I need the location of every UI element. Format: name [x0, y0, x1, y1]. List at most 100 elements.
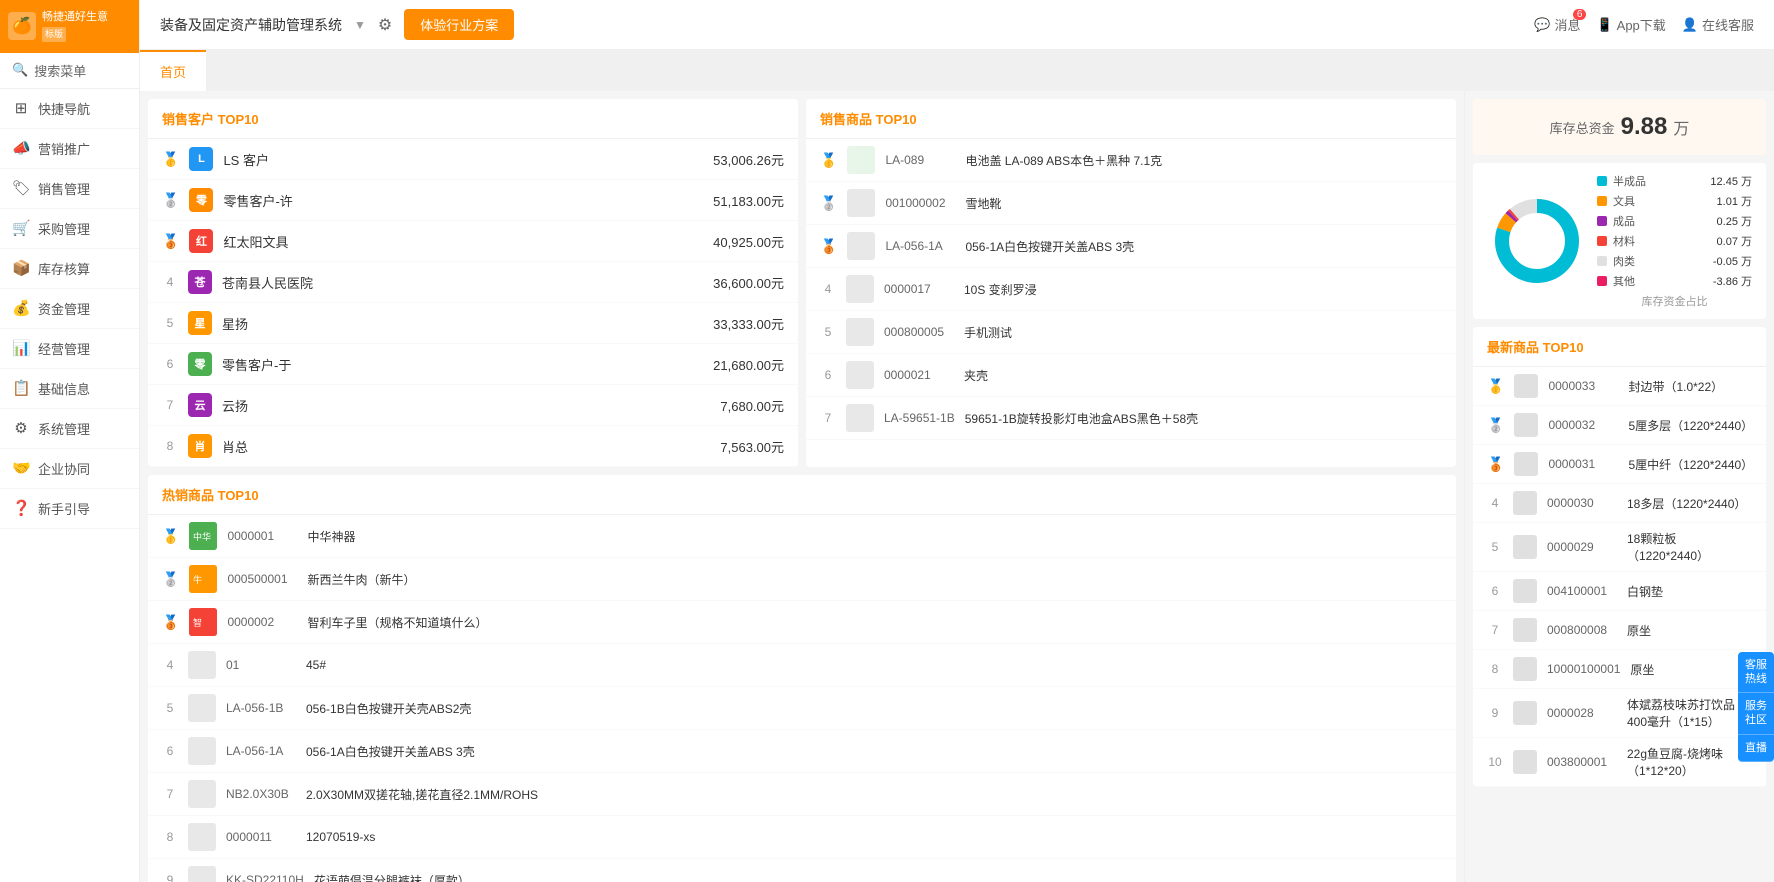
customer-name: 云扬 — [222, 396, 710, 415]
sidebar-item-purchase[interactable]: 🛒 采购管理 — [0, 209, 139, 249]
sidebar-item-finance[interactable]: 💰 资金管理 — [0, 289, 139, 329]
live-stream-btn[interactable]: 直播 — [1738, 735, 1774, 762]
tab-home[interactable]: 首页 — [140, 50, 206, 91]
product-name: 手机测试 — [964, 324, 1442, 341]
chart-caption: 库存资金占比 — [1597, 293, 1752, 309]
nav-icon-inventory: 📦 — [12, 259, 30, 277]
legend-item: 成品 0.25 万 — [1597, 213, 1752, 229]
sidebar-item-quick-nav[interactable]: ⊞ 快捷导航 — [0, 89, 139, 129]
sidebar-item-base-info[interactable]: 📋 基础信息 — [0, 369, 139, 409]
main-content: 装备及固定资产辅助管理系统 ▼ ⚙ 体验行业方案 💬 消息 6 📱 App下载 … — [140, 0, 1774, 882]
legend-value: 0.25 万 — [1717, 213, 1752, 229]
system-title: 装备及固定资产辅助管理系统 — [160, 15, 342, 35]
new-product-row: 🥇 0000033 封边带（1.0*22） — [1473, 367, 1766, 406]
nav-label-marketing: 营销推广 — [38, 139, 90, 158]
legend-item: 半成品 12.45 万 — [1597, 173, 1752, 189]
new-products-panel: 最新商品 TOP10 🥇 0000033 封边带（1.0*22） 🥈 — [1473, 327, 1766, 787]
nav-icon-sales: 🏷 — [12, 179, 30, 197]
product-name: 封边带（1.0*22） — [1628, 378, 1752, 395]
product-code: 0000030 — [1547, 496, 1617, 510]
trial-button[interactable]: 体验行业方案 — [404, 9, 514, 40]
rank-num: 5 — [820, 325, 836, 339]
product-name: 体斌荔枝味苏打饮品400毫升（1*15） — [1627, 696, 1752, 730]
product-thumb — [846, 404, 874, 432]
app-logo: 🍊 畅捷通好生意 标版 — [0, 0, 139, 53]
product-thumb — [188, 823, 216, 851]
legend-color-icon — [1597, 216, 1607, 226]
product-code: 0000011 — [226, 830, 296, 844]
nav-icon-marketing: 📣 — [12, 139, 30, 157]
legend-value: -0.05 万 — [1713, 253, 1752, 269]
product-thumb: 牛 — [189, 565, 217, 593]
rank-num: 8 — [162, 830, 178, 844]
notification-badge: 6 — [1573, 9, 1587, 20]
product-code: 0000021 — [884, 368, 954, 382]
rank-num: 4 — [162, 658, 178, 672]
new-products-title: 最新商品 TOP10 — [1487, 337, 1584, 356]
customers-panel-header: 销售客户 TOP10 — [148, 99, 798, 139]
sidebar-item-sales[interactable]: 🏷 销售管理 — [0, 169, 139, 209]
table-row: 7 云 云扬 7,680.00元 — [148, 385, 798, 426]
rank-num: 7 — [820, 411, 836, 425]
customers-top10-label: TOP10 — [218, 112, 259, 127]
dropdown-icon[interactable]: ▼ — [354, 18, 366, 32]
product-code: 0000001 — [227, 529, 297, 543]
rank-num: 8 — [1487, 662, 1503, 676]
product-code: LA-056-1B — [226, 701, 296, 715]
rank-medal: 🥉 — [162, 614, 179, 631]
table-row: 🥇 L LS 客户 53,006.26元 — [148, 139, 798, 180]
sidebar-item-system[interactable]: ⚙ 系统管理 — [0, 409, 139, 449]
product-row: 4 0000017 10S 变刹罗浸 — [806, 268, 1456, 311]
customer-amount: 40,925.00元 — [713, 232, 784, 251]
sidebar-item-cooperation[interactable]: 🤝 企业协同 — [0, 449, 139, 489]
rank-num: 4 — [162, 275, 178, 289]
nav-label-coop: 企业协同 — [38, 459, 90, 478]
sidebar-item-operations[interactable]: 📊 经营管理 — [0, 329, 139, 369]
customer-service-btn[interactable]: 客服热线 — [1738, 652, 1774, 694]
table-row: 4 苍 苍南县人民医院 36,600.00元 — [148, 262, 798, 303]
product-name: 中华神器 — [307, 528, 1442, 545]
sidebar-item-guide[interactable]: ❓ 新手引导 — [0, 489, 139, 529]
notifications-item[interactable]: 💬 消息 6 — [1534, 15, 1580, 34]
inventory-total: 库存总资金 9.88 万 — [1473, 99, 1766, 155]
product-code: 10000100001 — [1547, 662, 1620, 676]
online-service-item[interactable]: 👤 在线客服 — [1682, 15, 1754, 34]
product-name: 5厘多层（1220*2440） — [1628, 417, 1752, 434]
product-thumb — [846, 275, 874, 303]
avatar: 红 — [189, 229, 213, 253]
avatar: L — [189, 147, 213, 171]
new-product-row: 4 0000030 18多层（1220*2440） — [1473, 484, 1766, 523]
rank-num: 6 — [820, 368, 836, 382]
product-thumb — [188, 737, 216, 765]
message-icon: 💬 — [1534, 17, 1550, 33]
legend-name: 肉类 — [1613, 253, 1707, 269]
sidebar-item-marketing[interactable]: 📣 营销推广 — [0, 129, 139, 169]
app-download-label: App下载 — [1617, 15, 1666, 34]
search-menu-item[interactable]: 🔍 搜索菜单 — [0, 53, 139, 89]
product-name: 45# — [306, 658, 1442, 672]
new-product-row: 9 0000028 体斌荔枝味苏打饮品400毫升（1*15） — [1473, 689, 1766, 738]
customer-amount: 33,333.00元 — [713, 314, 784, 333]
rank-num: 8 — [162, 439, 178, 453]
rank-medal: 🥇 — [820, 152, 837, 169]
rank-medal: 🥉 — [820, 238, 837, 255]
left-content: 销售客户 TOP10 🥇 L LS 客户 53,006.26元 🥈 零 — [140, 91, 1464, 882]
service-community-btn[interactable]: 服务社区 — [1738, 693, 1774, 735]
app-download-item[interactable]: 📱 App下载 — [1596, 15, 1665, 34]
nav-label-sales: 销售管理 — [38, 179, 90, 198]
settings-icon[interactable]: ⚙ — [378, 15, 392, 35]
sales-products-top10: TOP10 — [876, 112, 917, 127]
new-product-row: 7 000800008 原坐 — [1473, 611, 1766, 650]
legend-item: 材料 0.07 万 — [1597, 233, 1752, 249]
product-name: 2.0X30MM双搓花轴,搓花直径2.1MM/ROHS — [306, 786, 1442, 803]
product-code: 01 — [226, 658, 296, 672]
product-code: 003800001 — [1547, 755, 1617, 769]
nav-label-inventory: 库存核算 — [38, 259, 90, 278]
avatar: 苍 — [188, 270, 212, 294]
product-thumb — [1514, 374, 1538, 398]
legend-item: 肉类 -0.05 万 — [1597, 253, 1752, 269]
tab-bar: 首页 — [140, 50, 1774, 91]
top-header: 装备及固定资产辅助管理系统 ▼ ⚙ 体验行业方案 💬 消息 6 📱 App下载 … — [140, 0, 1774, 50]
sidebar-item-inventory[interactable]: 📦 库存核算 — [0, 249, 139, 289]
chart-container: 半成品 12.45 万 文具 1.01 万 成品 0 — [1473, 163, 1766, 319]
